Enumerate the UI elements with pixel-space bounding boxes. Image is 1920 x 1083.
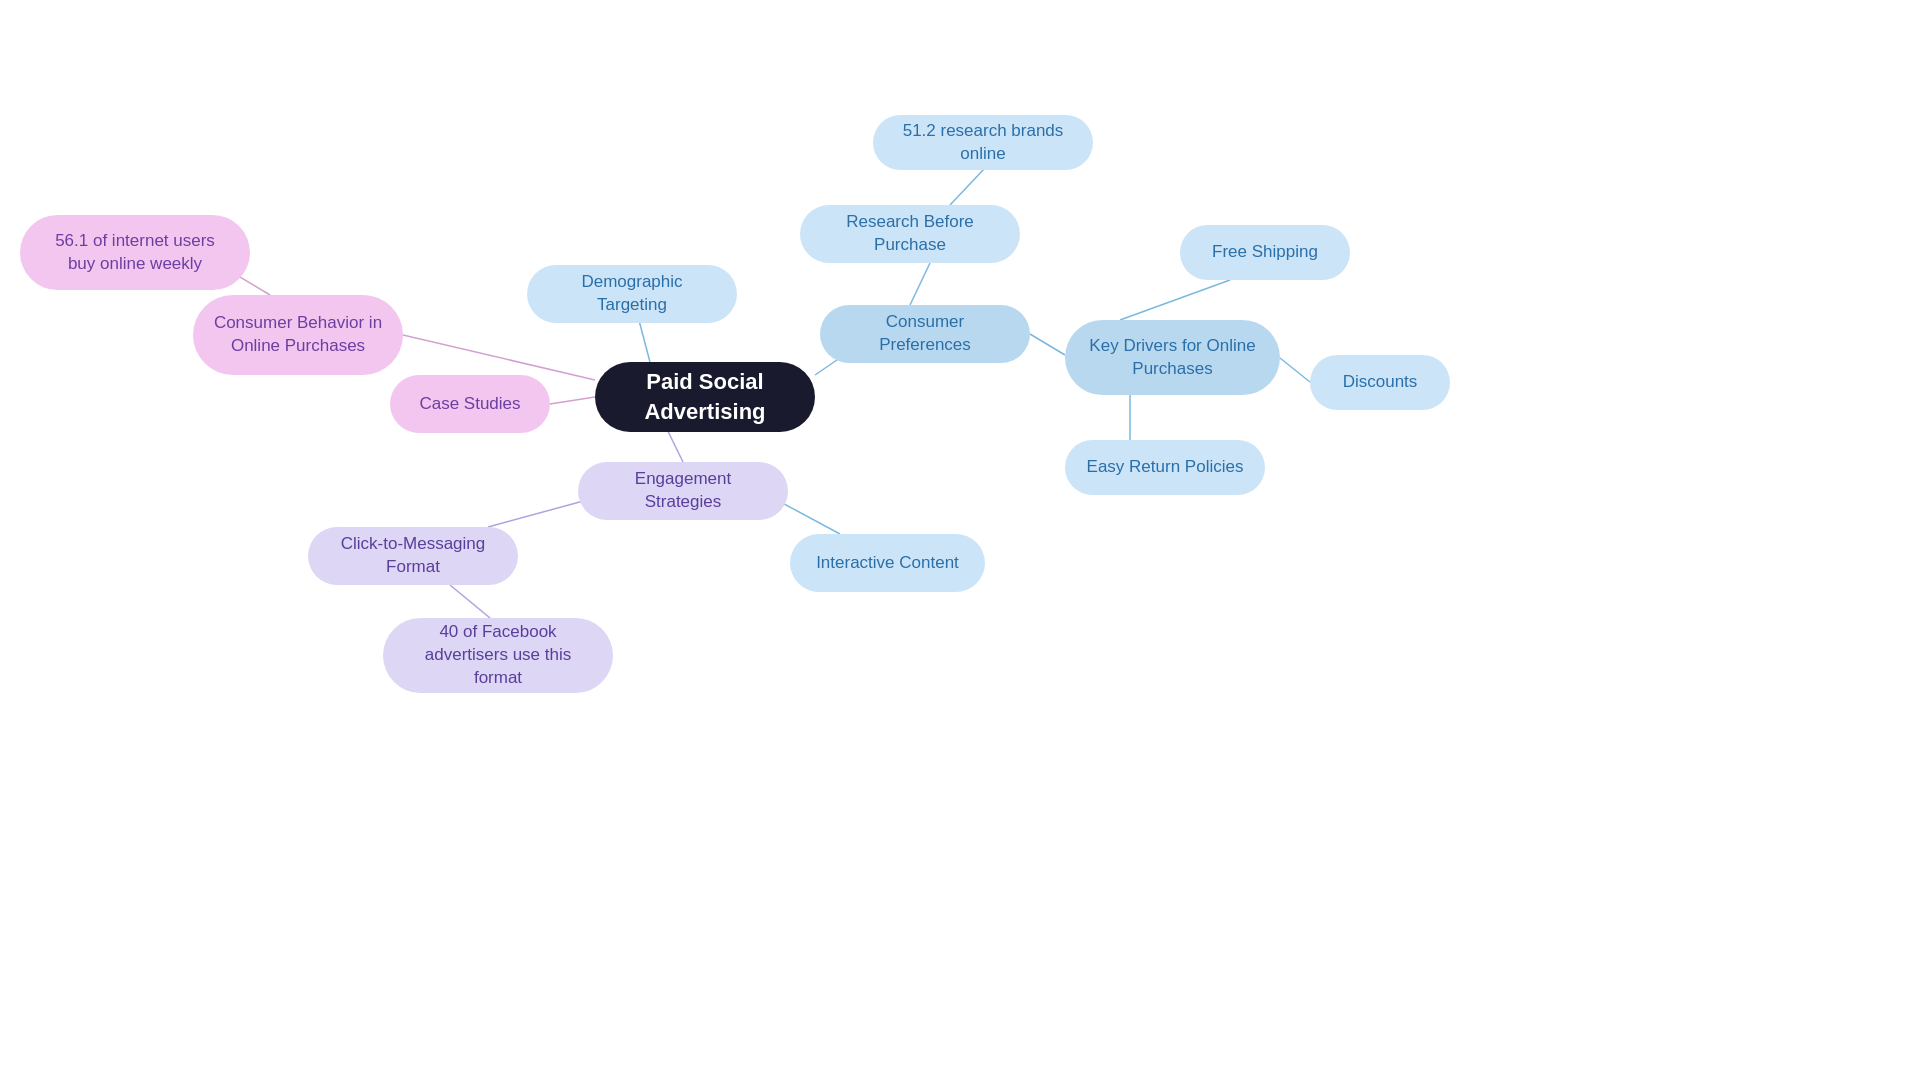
research-before-node[interactable]: Research Before Purchase (800, 205, 1020, 263)
engagement-strategies-node[interactable]: Engagement Strategies (578, 462, 788, 520)
internet-users-label: 56.1 of internet users buy online weekly (40, 230, 230, 276)
easy-return-node[interactable]: Easy Return Policies (1065, 440, 1265, 495)
discounts-node[interactable]: Discounts (1310, 355, 1450, 410)
engagement-strategies-label: Engagement Strategies (598, 468, 768, 514)
free-shipping-label: Free Shipping (1212, 241, 1318, 264)
svg-line-13 (1280, 358, 1310, 382)
svg-line-11 (1030, 334, 1065, 355)
interactive-content-label: Interactive Content (816, 552, 959, 575)
free-shipping-node[interactable]: Free Shipping (1180, 225, 1350, 280)
demographic-targeting-label: Demographic Targeting (547, 271, 717, 317)
research-brands-label: 51.2 research brands online (893, 120, 1073, 166)
svg-line-12 (1120, 280, 1230, 320)
click-messaging-label: Click-to-Messaging Format (328, 533, 498, 579)
svg-line-1 (403, 335, 595, 380)
svg-line-9 (910, 263, 930, 305)
interactive-content-node[interactable]: Interactive Content (790, 534, 985, 592)
internet-users-node[interactable]: 56.1 of internet users buy online weekly (20, 215, 250, 290)
demographic-targeting-node[interactable]: Demographic Targeting (527, 265, 737, 323)
center-node-label: Paid Social Advertising (615, 367, 795, 426)
svg-line-6 (450, 585, 490, 618)
research-brands-node[interactable]: 51.2 research brands online (873, 115, 1093, 170)
consumer-preferences-node[interactable]: Consumer Preferences (820, 305, 1030, 363)
facebook-advertisers-label: 40 of Facebook advertisers use this form… (403, 621, 593, 690)
consumer-behavior-label: Consumer Behavior in Online Purchases (213, 312, 383, 358)
facebook-advertisers-node[interactable]: 40 of Facebook advertisers use this form… (383, 618, 613, 693)
click-messaging-node[interactable]: Click-to-Messaging Format (308, 527, 518, 585)
research-before-label: Research Before Purchase (820, 211, 1000, 257)
discounts-label: Discounts (1343, 371, 1418, 394)
key-drivers-node[interactable]: Key Drivers for Online Purchases (1065, 320, 1280, 395)
svg-line-3 (550, 397, 595, 404)
consumer-preferences-label: Consumer Preferences (840, 311, 1010, 357)
consumer-behavior-node[interactable]: Consumer Behavior in Online Purchases (193, 295, 403, 375)
svg-line-10 (950, 168, 985, 205)
center-node[interactable]: Paid Social Advertising (595, 362, 815, 432)
case-studies-node[interactable]: Case Studies (390, 375, 550, 433)
case-studies-label: Case Studies (419, 393, 520, 416)
key-drivers-label: Key Drivers for Online Purchases (1085, 335, 1260, 381)
easy-return-label: Easy Return Policies (1087, 456, 1244, 479)
